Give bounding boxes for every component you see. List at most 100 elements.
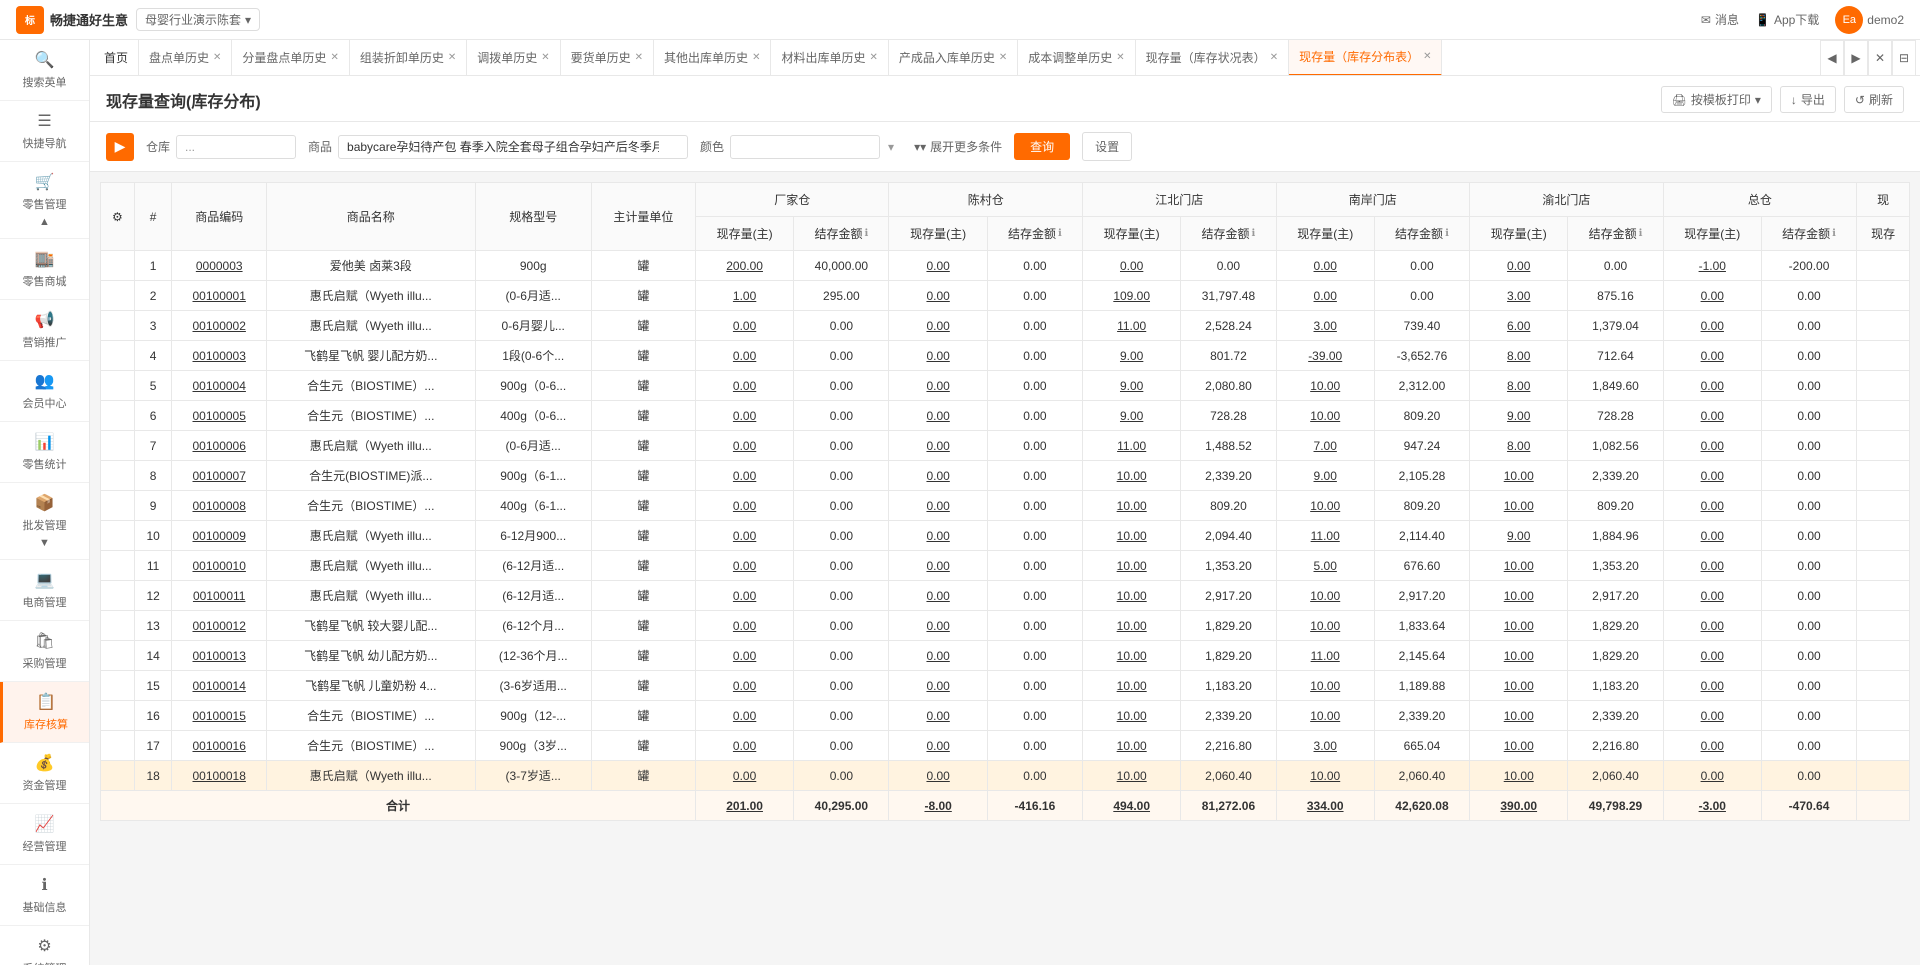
col-code[interactable]: 00100005 [172,401,267,431]
col-cy-stock[interactable]: 0.00 [889,671,987,701]
col-jb-stock[interactable]: 10.00 [1083,641,1181,671]
close-icon[interactable]: ✕ [213,52,221,63]
col-f-stock[interactable]: 0.00 [695,671,793,701]
col-f-stock[interactable]: 0.00 [695,311,793,341]
color-input[interactable] [730,135,880,159]
footer-yb-stock[interactable]: 390.00 [1470,791,1568,821]
close-icon[interactable]: ✕ [1270,52,1278,63]
col-yb-stock[interactable]: 10.00 [1470,551,1568,581]
close-icon[interactable]: ✕ [330,52,338,63]
col-na-stock[interactable]: 11.00 [1276,521,1374,551]
tab-prev-btn[interactable]: ◀ [1820,40,1844,76]
col-f-stock[interactable]: 0.00 [695,341,793,371]
col-total-stock[interactable]: 0.00 [1663,461,1761,491]
col-total-stock[interactable]: 0.00 [1663,701,1761,731]
tab-assembly[interactable]: 组装折卸单历史 ✕ [350,40,467,76]
col-f-stock[interactable]: 0.00 [695,401,793,431]
col-jb-stock[interactable]: 10.00 [1083,461,1181,491]
tab-stock-dist[interactable]: 现存量（库存分布表）✕ [1289,40,1442,76]
col-cy-stock[interactable]: 0.00 [889,521,987,551]
col-f-stock[interactable]: 0.00 [695,461,793,491]
col-f-stock[interactable]: 0.00 [695,491,793,521]
col-code[interactable]: 00100010 [172,551,267,581]
col-yb-stock[interactable]: 9.00 [1470,401,1568,431]
col-jb-stock[interactable]: 11.00 [1083,431,1181,461]
col-cy-stock[interactable]: 0.00 [889,461,987,491]
col-code[interactable]: 00100004 [172,371,267,401]
col-yb-stock[interactable]: 8.00 [1470,371,1568,401]
tab-split-check[interactable]: 分量盘点单历史 ✕ [232,40,349,76]
col-code[interactable]: 00100016 [172,731,267,761]
col-code[interactable]: 00100014 [172,671,267,701]
tab-outbound[interactable]: 其他出库单历史 ✕ [654,40,771,76]
col-total-stock[interactable]: -1.00 [1663,251,1761,281]
col-cy-stock[interactable]: 0.00 [889,431,987,461]
col-total-stock[interactable]: 0.00 [1663,341,1761,371]
col-jb-stock[interactable]: 109.00 [1083,281,1181,311]
col-yb-stock[interactable]: 3.00 [1470,281,1568,311]
setting-button[interactable]: 设置 [1082,132,1132,161]
col-yb-stock[interactable]: 10.00 [1470,461,1568,491]
col-cy-stock[interactable]: 0.00 [889,311,987,341]
more-conditions[interactable]: ▾▾ 展开更多条件 [914,138,1002,155]
col-yb-stock[interactable]: 10.00 [1470,491,1568,521]
col-total-stock[interactable]: 0.00 [1663,401,1761,431]
close-icon[interactable]: ✕ [999,52,1007,63]
print-button[interactable]: 🖨 按模板打印 ▾ [1661,86,1772,113]
sidebar-item-mall[interactable]: 🏬 零售商城 [0,239,89,300]
col-code[interactable]: 00100002 [172,311,267,341]
col-cy-stock[interactable]: 0.00 [889,701,987,731]
col-f-stock[interactable]: 0.00 [695,611,793,641]
app-download-item[interactable]: 📱 App下载 [1755,11,1819,28]
store-selector[interactable]: 母婴行业演示陈套 ▾ [136,8,260,31]
col-code[interactable]: 00100015 [172,701,267,731]
col-code[interactable]: 00100009 [172,521,267,551]
col-cy-stock[interactable]: 0.00 [889,581,987,611]
sidebar-item-finance[interactable]: 💰 资金管理 [0,743,89,804]
col-f-stock[interactable]: 0.00 [695,641,793,671]
col-yb-stock[interactable]: 10.00 [1470,641,1568,671]
col-jb-stock[interactable]: 10.00 [1083,521,1181,551]
close-icon[interactable]: ✕ [1116,52,1124,63]
col-total-stock[interactable]: 0.00 [1663,671,1761,701]
expand-btn[interactable]: ▶ [106,133,134,161]
col-na-stock[interactable]: 10.00 [1276,701,1374,731]
col-na-stock[interactable]: 0.00 [1276,281,1374,311]
warehouse-input[interactable]: ... [176,135,296,159]
sidebar-item-retail-stats[interactable]: 📊 零售统计 [0,422,89,483]
sidebar-item-ecom[interactable]: 💻 电商管理 [0,560,89,621]
col-yb-stock[interactable]: 0.00 [1470,251,1568,281]
col-yb-stock[interactable]: 10.00 [1470,761,1568,791]
tab-menu-btn[interactable]: ⊟ [1892,40,1916,76]
tab-close-btn[interactable]: ✕ [1868,40,1892,76]
close-icon[interactable]: ✕ [635,52,643,63]
col-f-stock[interactable]: 0.00 [695,731,793,761]
col-cy-stock[interactable]: 0.00 [889,611,987,641]
sidebar-item-purchase[interactable]: 🛍 采购管理 [0,621,89,682]
col-code[interactable]: 00100018 [172,761,267,791]
col-cy-stock[interactable]: 0.00 [889,761,987,791]
col-yb-stock[interactable]: 10.00 [1470,611,1568,641]
col-na-stock[interactable]: 10.00 [1276,671,1374,701]
col-na-stock[interactable]: 10.00 [1276,371,1374,401]
col-f-stock[interactable]: 0.00 [695,431,793,461]
col-jb-stock[interactable]: 10.00 [1083,491,1181,521]
col-na-stock[interactable]: 3.00 [1276,731,1374,761]
col-total-stock[interactable]: 0.00 [1663,611,1761,641]
col-code[interactable]: 00100001 [172,281,267,311]
sidebar-item-ops[interactable]: 📈 经营管理 [0,804,89,865]
col-code[interactable]: 00100008 [172,491,267,521]
col-total-stock[interactable]: 0.00 [1663,731,1761,761]
col-jb-stock[interactable]: 10.00 [1083,581,1181,611]
col-yb-stock[interactable]: 10.00 [1470,731,1568,761]
col-jb-stock[interactable]: 10.00 [1083,551,1181,581]
col-f-stock[interactable]: 0.00 [695,701,793,731]
refresh-button[interactable]: ↺ 刷新 [1844,86,1904,113]
col-jb-stock[interactable]: 0.00 [1083,251,1181,281]
sidebar-item-marketing[interactable]: 📢 营销推广 [0,300,89,361]
col-na-stock[interactable]: -39.00 [1276,341,1374,371]
col-cy-stock[interactable]: 0.00 [889,731,987,761]
goods-input[interactable] [338,135,688,159]
tab-cost[interactable]: 成本调整单历史 ✕ [1018,40,1135,76]
sidebar-item-inventory[interactable]: 📋 库存核算 [0,682,89,743]
